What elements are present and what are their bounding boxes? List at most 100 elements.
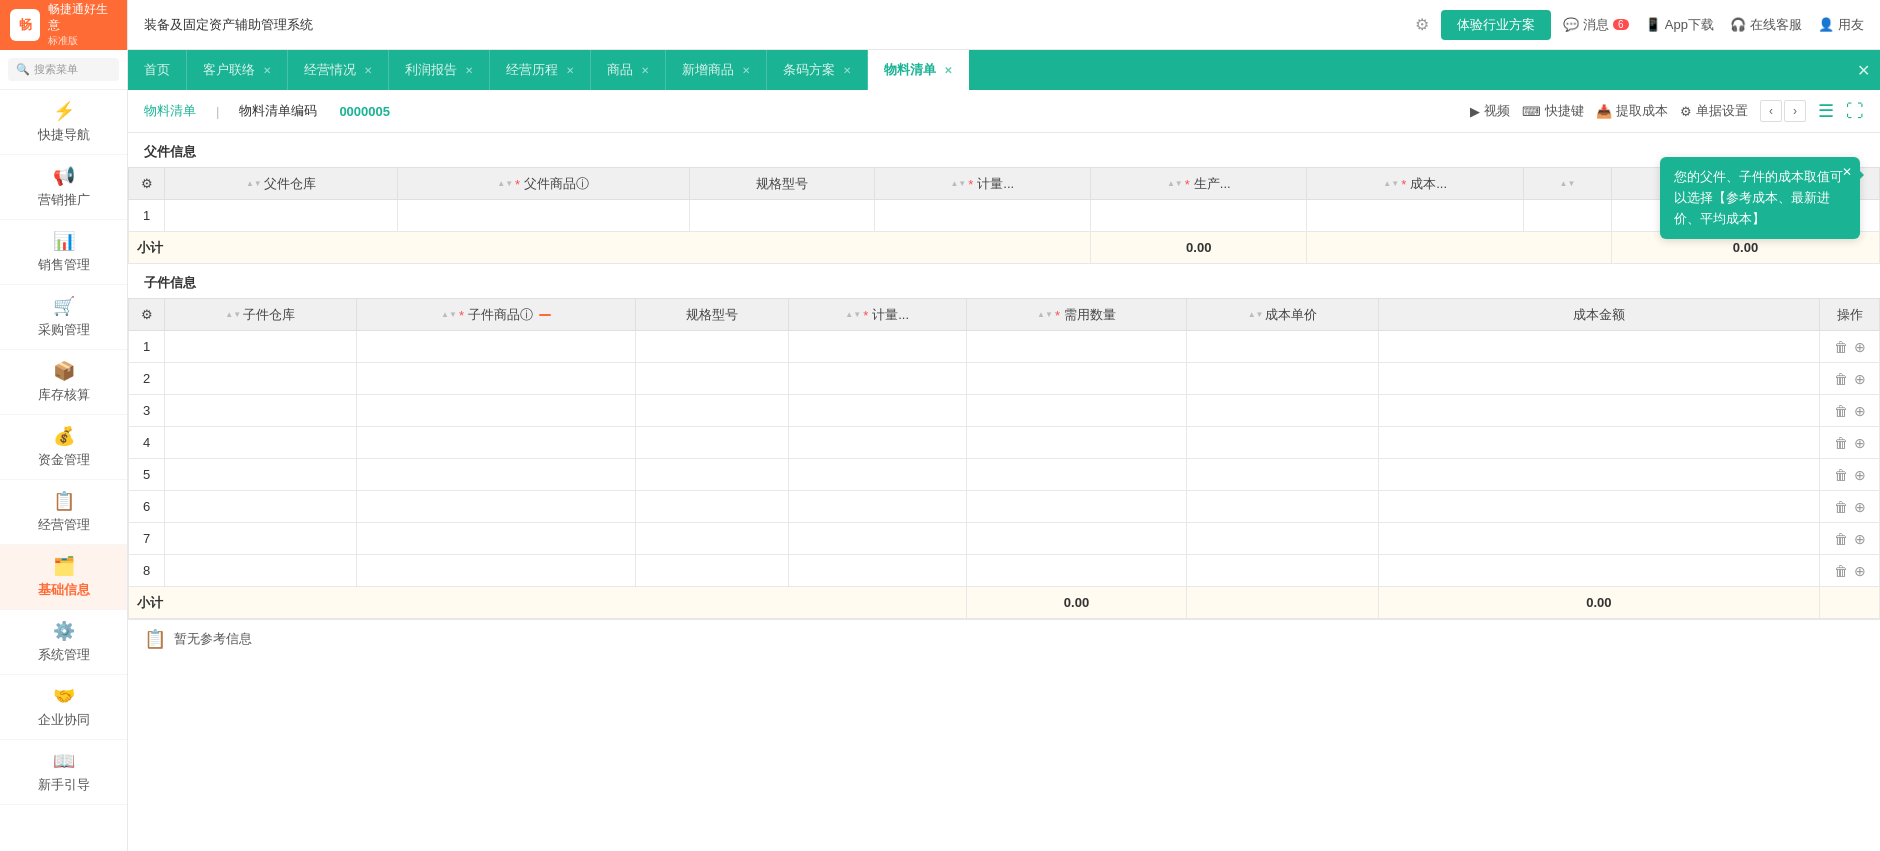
- delete-row-1-button[interactable]: 🗑: [1834, 339, 1848, 355]
- system-title: 装备及固定资产辅助管理系统: [144, 16, 1403, 34]
- delete-row-3-button[interactable]: 🗑: [1834, 403, 1848, 419]
- child-r1-warehouse[interactable]: [165, 331, 357, 363]
- video-button[interactable]: ▶ 视频: [1470, 102, 1510, 120]
- copy-row-1-button[interactable]: ⊕: [1854, 339, 1866, 355]
- parent-row-1-spec[interactable]: [689, 200, 874, 232]
- delete-row-5-button[interactable]: 🗑: [1834, 467, 1848, 483]
- scan-badge[interactable]: [539, 314, 551, 316]
- tab-barcode[interactable]: 条码方案 ✕: [767, 50, 868, 90]
- parent-row-1-produce[interactable]: [1091, 200, 1307, 232]
- copy-row-2-button[interactable]: ⊕: [1854, 371, 1866, 387]
- tab-goods[interactable]: 商品 ✕: [591, 50, 666, 90]
- copy-row-4-button[interactable]: ⊕: [1854, 435, 1866, 451]
- breadcrumb-parent[interactable]: 物料清单: [144, 102, 196, 120]
- parent-row-1-extra[interactable]: [1523, 200, 1611, 232]
- copy-row-6-button[interactable]: ⊕: [1854, 499, 1866, 515]
- sidebar-item-collab[interactable]: 🤝 企业协同: [0, 675, 127, 740]
- delete-row-2-button[interactable]: 🗑: [1834, 371, 1848, 387]
- child-r1-spec[interactable]: [636, 331, 788, 363]
- shortcut-button[interactable]: ⌨ 快捷键: [1522, 102, 1584, 120]
- parent-th-gear[interactable]: ⚙: [129, 168, 165, 200]
- sidebar-item-guide[interactable]: 📖 新手引导: [0, 740, 127, 805]
- tab-home[interactable]: 首页: [128, 50, 187, 90]
- app-download-button[interactable]: 📱 App下载: [1645, 16, 1714, 34]
- child-subtotal-amount: 0.00: [1378, 587, 1819, 619]
- tab-business[interactable]: 经营情况 ✕: [288, 50, 389, 90]
- tab-newgoods-close[interactable]: ✕: [742, 65, 750, 76]
- trial-button[interactable]: 体验行业方案: [1441, 10, 1551, 40]
- child-r1-amount[interactable]: [1378, 331, 1819, 363]
- tab-customer-close[interactable]: ✕: [263, 65, 271, 76]
- tab-goods-close[interactable]: ✕: [641, 65, 649, 76]
- child-r1-product[interactable]: [356, 331, 636, 363]
- tab-profit[interactable]: 利润报告 ✕: [389, 50, 490, 90]
- delete-row-6-button[interactable]: 🗑: [1834, 499, 1848, 515]
- child-th-spec: 规格型号: [636, 299, 788, 331]
- delete-row-8-button[interactable]: 🗑: [1834, 563, 1848, 579]
- sidebar-item-marketing[interactable]: 📢 营销推广: [0, 155, 127, 220]
- gear-icon[interactable]: ⚙: [1415, 15, 1429, 34]
- copy-row-5-button[interactable]: ⊕: [1854, 467, 1866, 483]
- sidebar-item-purchase[interactable]: 🛒 采购管理: [0, 285, 127, 350]
- parent-th-unit: ▲▼ *计量...: [874, 168, 1090, 200]
- parent-row-1-unit[interactable]: [874, 200, 1090, 232]
- next-record-button[interactable]: ›: [1784, 100, 1806, 122]
- service-button[interactable]: 🎧 在线客服: [1730, 16, 1802, 34]
- parent-row-1-product[interactable]: [397, 200, 689, 232]
- sidebar-item-basic[interactable]: 🗂️ 基础信息: [0, 545, 127, 610]
- parent-th-extra: ▲▼: [1523, 168, 1611, 200]
- parent-table-container: ⚙ ▲▼ 父件仓库 ▲▼ *父件商品ⓘ: [128, 167, 1880, 264]
- tab-profit-close[interactable]: ✕: [465, 65, 473, 76]
- user-menu-button[interactable]: 👤 用友: [1818, 16, 1864, 34]
- search-menu-button[interactable]: 🔍 搜索菜单: [8, 58, 119, 81]
- parent-section-title: 父件信息: [128, 133, 1880, 167]
- child-r1-unitcost[interactable]: [1187, 331, 1379, 363]
- sidebar-header[interactable]: 畅 畅捷通好生意 标准版: [0, 0, 127, 50]
- tab-bomlist[interactable]: 物料清单 ✕: [868, 50, 969, 90]
- child-r2-unitcost[interactable]: [1187, 363, 1379, 395]
- child-subtotal-qty: 0.00: [966, 587, 1187, 619]
- sidebar-item-inventory[interactable]: 📦 库存核算: [0, 350, 127, 415]
- settings-label: 单据设置: [1696, 102, 1748, 120]
- sidebar-item-quicknav[interactable]: ⚡ 快捷导航: [0, 90, 127, 155]
- tab-history[interactable]: 经营历程 ✕: [490, 50, 591, 90]
- child-th-action: 操作: [1820, 299, 1880, 331]
- delete-row-7-button[interactable]: 🗑: [1834, 531, 1848, 547]
- parent-row-1-cost[interactable]: [1307, 200, 1523, 232]
- child-r2-qty[interactable]: [966, 363, 1187, 395]
- single-settings-button[interactable]: ⚙ 单据设置: [1680, 102, 1748, 120]
- menu-view-button[interactable]: ☰: [1818, 100, 1834, 122]
- copy-row-8-button[interactable]: ⊕: [1854, 563, 1866, 579]
- message-button[interactable]: 💬 消息 6: [1563, 16, 1629, 34]
- child-r1-qty[interactable]: [966, 331, 1187, 363]
- sidebar-item-finance[interactable]: 💰 资金管理: [0, 415, 127, 480]
- tab-bomlist-close[interactable]: ✕: [944, 65, 952, 76]
- close-all-tabs-button[interactable]: ✕: [1847, 61, 1880, 80]
- tab-newgoods[interactable]: 新增商品 ✕: [666, 50, 767, 90]
- sidebar-item-operations[interactable]: 📋 经营管理: [0, 480, 127, 545]
- tab-barcode-close[interactable]: ✕: [843, 65, 851, 76]
- tab-customer[interactable]: 客户联络 ✕: [187, 50, 288, 90]
- sidebar-item-sales[interactable]: 📊 销售管理: [0, 220, 127, 285]
- tab-business-close[interactable]: ✕: [364, 65, 372, 76]
- prev-record-button[interactable]: ‹: [1760, 100, 1782, 122]
- delete-row-4-button[interactable]: 🗑: [1834, 435, 1848, 451]
- tooltip-close-button[interactable]: ✕: [1842, 163, 1852, 182]
- child-r2-unit[interactable]: [788, 363, 966, 395]
- copy-row-3-button[interactable]: ⊕: [1854, 403, 1866, 419]
- parent-row-1-warehouse[interactable]: [165, 200, 398, 232]
- child-th-gear[interactable]: ⚙: [129, 299, 165, 331]
- child-row-5: 5 🗑⊕: [129, 459, 1880, 491]
- tab-history-close[interactable]: ✕: [566, 65, 574, 76]
- child-r1-unit[interactable]: [788, 331, 966, 363]
- child-r2-amount[interactable]: [1378, 363, 1819, 395]
- copy-row-7-button[interactable]: ⊕: [1854, 531, 1866, 547]
- fullscreen-button[interactable]: ⛶: [1846, 101, 1864, 122]
- doc-code-label: 物料清单编码: [239, 102, 317, 120]
- extract-cost-button[interactable]: 📥 提取成本: [1596, 102, 1668, 120]
- child-r2-product[interactable]: [356, 363, 636, 395]
- sidebar-item-system[interactable]: ⚙️ 系统管理: [0, 610, 127, 675]
- child-r2-spec[interactable]: [636, 363, 788, 395]
- child-r2-warehouse[interactable]: [165, 363, 357, 395]
- nav-arrows: ‹ ›: [1760, 100, 1806, 122]
